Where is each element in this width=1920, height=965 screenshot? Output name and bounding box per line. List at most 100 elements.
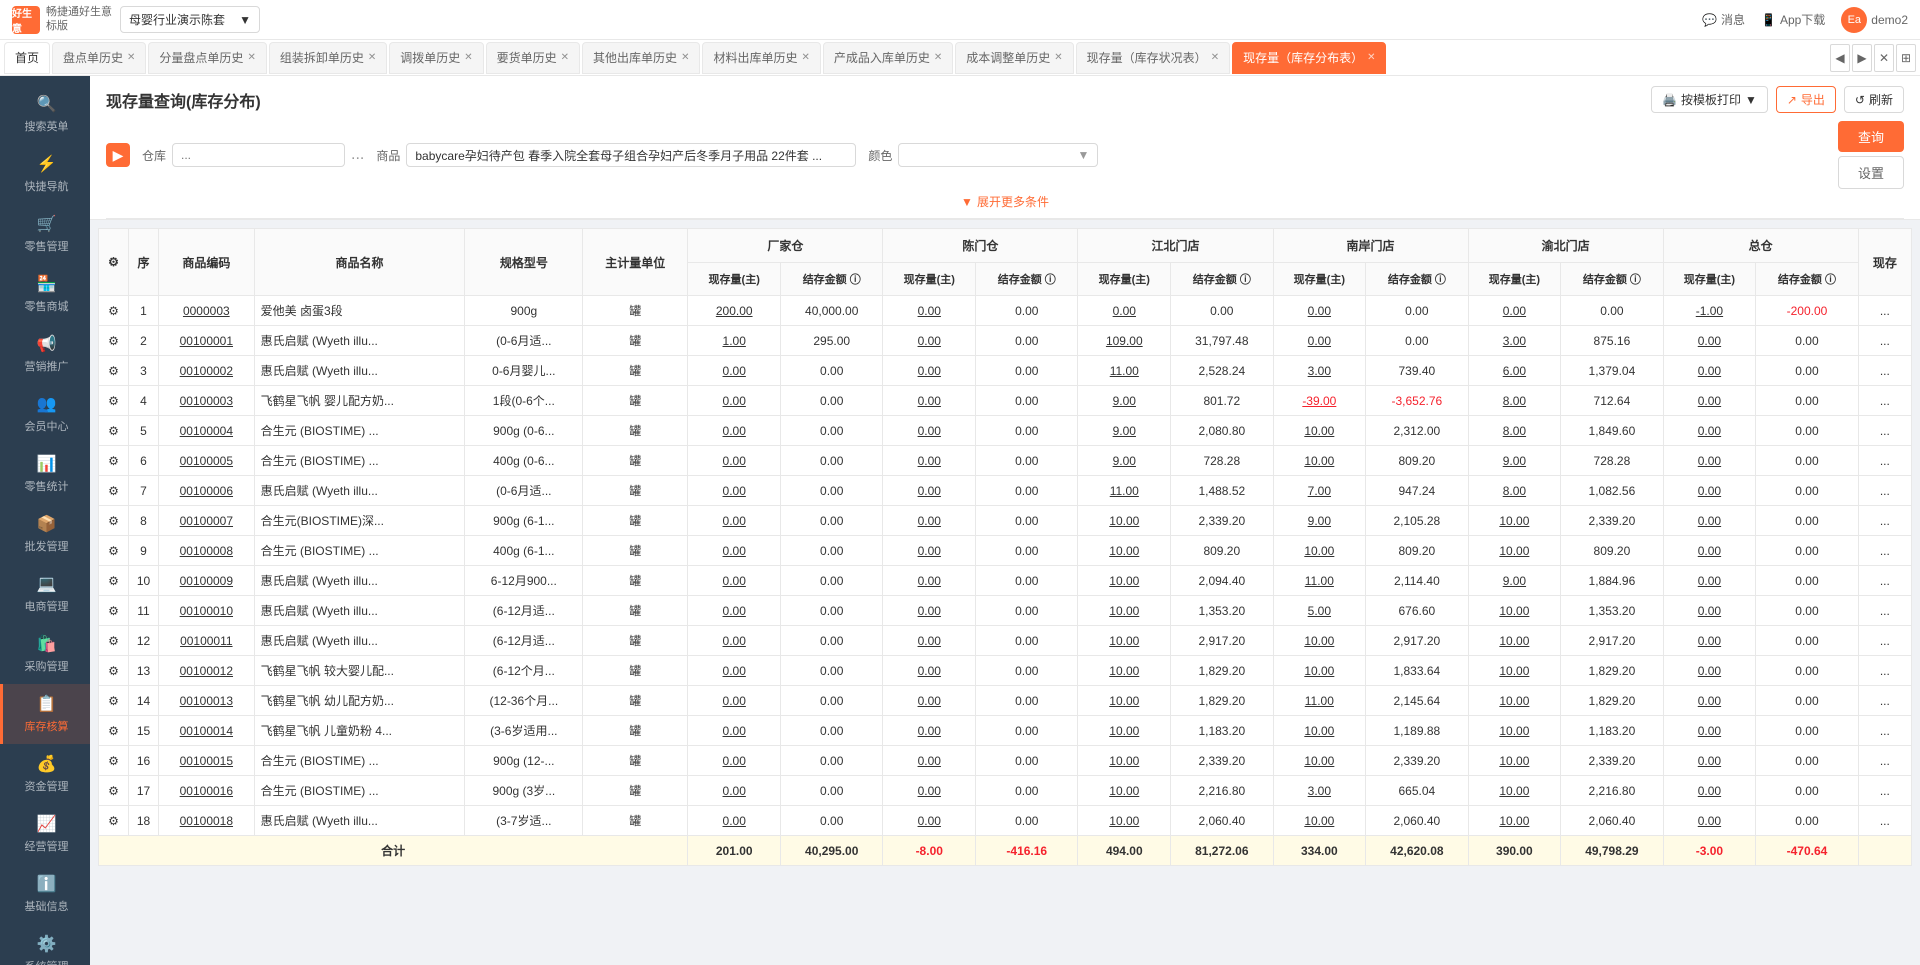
tab-expand-btn[interactable]: ⊞ [1896, 44, 1916, 72]
row-yb-cur[interactable]: 9.00 [1468, 566, 1561, 596]
row-code[interactable]: 00100018 [159, 806, 255, 836]
tab-close-zcctdlh[interactable]: ✕ [368, 52, 376, 63]
row-fac-cur[interactable]: 0.00 [688, 506, 781, 536]
row-chen-cur[interactable]: 0.00 [883, 386, 976, 416]
print-btn[interactable]: 🖨️ 按模板打印 ▼ [1651, 86, 1768, 113]
row-tot-cur[interactable]: 0.00 [1663, 806, 1756, 836]
tab-clckdlh[interactable]: 材料出库单历史 ✕ [702, 42, 820, 74]
sidebar-item-basic-info[interactable]: ℹ️ 基础信息 [0, 864, 90, 924]
row-code[interactable]: 00100002 [159, 356, 255, 386]
tab-ygddlh[interactable]: 要货单历史 ✕ [486, 42, 580, 74]
tab-xcl-kk[interactable]: 现存量（库存状况表） ✕ [1076, 42, 1230, 74]
row-yb-cur[interactable]: 10.00 [1468, 686, 1561, 716]
row-na-cur[interactable]: 9.00 [1273, 506, 1366, 536]
row-na-cur[interactable]: 10.00 [1273, 626, 1366, 656]
row-code[interactable]: 00100007 [159, 506, 255, 536]
sidebar-item-finance[interactable]: 💰 资金管理 [0, 744, 90, 804]
tab-close-xcl-kk[interactable]: ✕ [1211, 52, 1219, 63]
row-jb-cur[interactable]: 10.00 [1078, 776, 1171, 806]
row-tot-cur[interactable]: 0.00 [1663, 776, 1756, 806]
row-fac-cur[interactable]: 0.00 [688, 626, 781, 656]
row-jb-cur[interactable]: 10.00 [1078, 656, 1171, 686]
message-btn[interactable]: 💬 消息 [1702, 11, 1745, 28]
row-yb-cur[interactable]: 10.00 [1468, 536, 1561, 566]
row-jb-cur[interactable]: 9.00 [1078, 416, 1171, 446]
row-code[interactable]: 00100001 [159, 326, 255, 356]
row-fac-cur[interactable]: 200.00 [688, 296, 781, 326]
row-yb-cur[interactable]: 0.00 [1468, 296, 1561, 326]
row-fac-cur[interactable]: 0.00 [688, 356, 781, 386]
row-tot-cur[interactable]: 0.00 [1663, 416, 1756, 446]
row-na-cur[interactable]: 3.00 [1273, 356, 1366, 386]
tab-close-cbtzlh[interactable]: ✕ [1054, 52, 1062, 63]
tab-cbtzlh[interactable]: 成本调整单历史 ✕ [955, 42, 1073, 74]
sidebar-item-inventory[interactable]: 📋 库存核算 [0, 684, 90, 744]
row-tot-cur[interactable]: 0.00 [1663, 476, 1756, 506]
row-fac-cur[interactable]: 0.00 [688, 806, 781, 836]
tab-pddlh[interactable]: 盘点单历史 ✕ [52, 42, 146, 74]
tab-close-clckdlh[interactable]: ✕ [801, 52, 809, 63]
row-jb-cur[interactable]: 10.00 [1078, 686, 1171, 716]
row-tot-cur[interactable]: 0.00 [1663, 716, 1756, 746]
row-tot-cur[interactable]: 0.00 [1663, 596, 1756, 626]
row-tot-cur[interactable]: 0.00 [1663, 446, 1756, 476]
row-yb-cur[interactable]: 10.00 [1468, 596, 1561, 626]
row-chen-cur[interactable]: 0.00 [883, 686, 976, 716]
row-tot-cur[interactable]: 0.00 [1663, 326, 1756, 356]
row-fac-cur[interactable]: 0.00 [688, 536, 781, 566]
row-jb-cur[interactable]: 10.00 [1078, 806, 1171, 836]
sidebar-item-retail-stat[interactable]: 📊 零售统计 [0, 444, 90, 504]
sidebar-item-purchase[interactable]: 🛍️ 采购管理 [0, 624, 90, 684]
row-na-cur[interactable]: -39.00 [1273, 386, 1366, 416]
refresh-btn[interactable]: ↺ 刷新 [1844, 86, 1904, 113]
tab-close-dpdlh[interactable]: ✕ [464, 52, 472, 63]
sidebar-item-marketing[interactable]: 📢 营销推广 [0, 324, 90, 384]
row-yb-cur[interactable]: 8.00 [1468, 416, 1561, 446]
row-gear[interactable]: ⚙ [99, 746, 129, 776]
row-gear[interactable]: ⚙ [99, 656, 129, 686]
row-gear[interactable]: ⚙ [99, 326, 129, 356]
industry-selector[interactable]: 母婴行业演示陈套 ▼ [120, 6, 260, 33]
row-yb-cur[interactable]: 10.00 [1468, 626, 1561, 656]
row-fac-cur[interactable]: 0.00 [688, 656, 781, 686]
row-code[interactable]: 0000003 [159, 296, 255, 326]
row-code[interactable]: 00100012 [159, 656, 255, 686]
row-jb-cur[interactable]: 10.00 [1078, 746, 1171, 776]
row-chen-cur[interactable]: 0.00 [883, 536, 976, 566]
tab-close-qtckdlh[interactable]: ✕ [681, 52, 689, 63]
row-yb-cur[interactable]: 10.00 [1468, 656, 1561, 686]
app-download-btn[interactable]: 📱 App下载 [1761, 11, 1825, 28]
row-code[interactable]: 00100011 [159, 626, 255, 656]
row-tot-cur[interactable]: 0.00 [1663, 536, 1756, 566]
row-code[interactable]: 00100016 [159, 776, 255, 806]
row-gear[interactable]: ⚙ [99, 476, 129, 506]
row-na-cur[interactable]: 10.00 [1273, 416, 1366, 446]
sidebar-item-member[interactable]: 👥 会员中心 [0, 384, 90, 444]
color-input[interactable]: ▼ [898, 143, 1098, 167]
settings-btn[interactable]: 设置 [1838, 156, 1904, 189]
row-na-cur[interactable]: 11.00 [1273, 686, 1366, 716]
row-chen-cur[interactable]: 0.00 [883, 296, 976, 326]
row-yb-cur[interactable]: 9.00 [1468, 446, 1561, 476]
row-yb-cur[interactable]: 10.00 [1468, 506, 1561, 536]
row-gear[interactable]: ⚙ [99, 296, 129, 326]
sidebar-item-retail-store[interactable]: 🏪 零售商城 [0, 264, 90, 324]
row-code[interactable]: 00100005 [159, 446, 255, 476]
row-chen-cur[interactable]: 0.00 [883, 446, 976, 476]
tab-next-btn[interactable]: ▶ [1852, 44, 1872, 72]
row-tot-cur[interactable]: 0.00 [1663, 356, 1756, 386]
tab-cprkdlh[interactable]: 产成品入库单历史 ✕ [823, 42, 953, 74]
row-fac-cur[interactable]: 0.00 [688, 386, 781, 416]
row-na-cur[interactable]: 10.00 [1273, 746, 1366, 776]
row-na-cur[interactable]: 0.00 [1273, 326, 1366, 356]
row-tot-cur[interactable]: 0.00 [1663, 566, 1756, 596]
expand-conditions-btn[interactable]: ▼ 展开更多条件 [961, 193, 1049, 210]
row-tot-cur[interactable]: 0.00 [1663, 656, 1756, 686]
user-area[interactable]: Ea demo2 [1841, 7, 1908, 33]
tab-close-pddlh[interactable]: ✕ [127, 52, 135, 63]
row-fac-cur[interactable]: 0.00 [688, 776, 781, 806]
tab-close-all-btn[interactable]: ✕ [1874, 44, 1894, 72]
row-fac-cur[interactable]: 0.00 [688, 566, 781, 596]
tab-fbpddlh[interactable]: 分量盘点单历史 ✕ [148, 42, 266, 74]
row-fac-cur[interactable]: 0.00 [688, 596, 781, 626]
